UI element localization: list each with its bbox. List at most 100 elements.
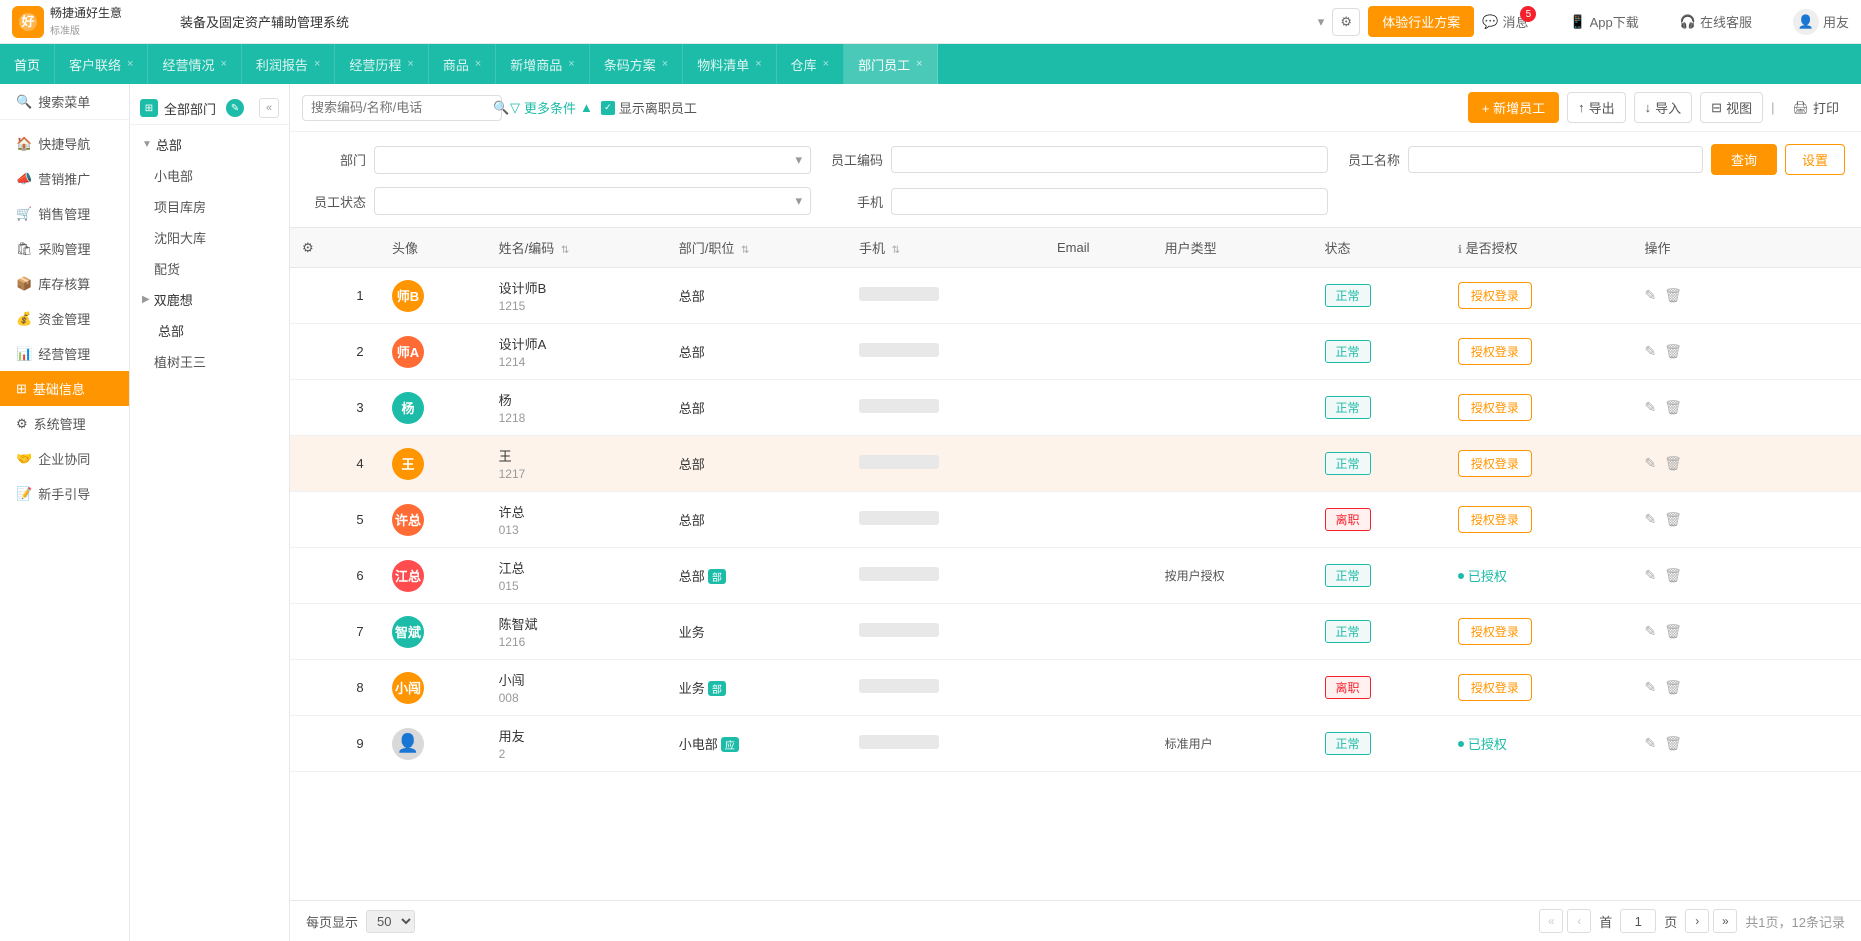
message-button[interactable]: 💬 消息 5 (1482, 12, 1528, 31)
sidebar-item-purchase[interactable]: 🛍 采购管理 (0, 231, 129, 266)
sort-icon-name[interactable]: ⇅ (561, 245, 569, 256)
nav-tab-仓库[interactable]: 仓库× (777, 44, 844, 84)
sidebar-item-operation[interactable]: 📊 经营管理 (0, 336, 129, 371)
edit-btn[interactable]: ✎ (1644, 343, 1656, 360)
next-page-btn[interactable]: › (1685, 909, 1709, 933)
page-size-select[interactable]: 50 (366, 910, 415, 933)
th-settings[interactable]: ⚙ (290, 228, 340, 268)
close-tab-icon[interactable]: × (568, 58, 574, 70)
sidebar-item-inventory[interactable]: 📦 库存核算 (0, 266, 129, 301)
auth-login-btn[interactable]: 授权登录 (1458, 338, 1532, 365)
nav-tab-首页[interactable]: 首页 (0, 44, 55, 84)
dept-item-shenyang[interactable]: 沈阳大库 (130, 222, 289, 253)
nav-tab-利润报告[interactable]: 利润报告× (242, 44, 335, 84)
sidebar-item-quick-nav[interactable]: 🏠 快捷导航 (0, 126, 129, 161)
dept-group-shuanglu[interactable]: ▶ 双鹿想 (130, 284, 289, 315)
filter-status-select[interactable]: ▾ (374, 187, 811, 215)
nav-tab-经营历程[interactable]: 经营历程× (335, 44, 428, 84)
nav-tab-客户联络[interactable]: 客户联络× (55, 44, 148, 84)
sidebar-item-guide[interactable]: 📝 新手引导 (0, 476, 129, 511)
nav-tab-部门员工[interactable]: 部门员工× (844, 44, 937, 84)
view-btn[interactable]: ⊟ 视图 (1700, 92, 1763, 123)
dept-item-project[interactable]: 项目库房 (130, 191, 289, 222)
sidebar-item-sales[interactable]: 🛒 销售管理 (0, 196, 129, 231)
delete-btn[interactable]: 🗑 (1664, 735, 1682, 752)
dept-item-peihuo[interactable]: 配货 (130, 253, 289, 284)
filter-empname-input[interactable] (1408, 146, 1703, 173)
search-btn[interactable]: 查询 (1711, 144, 1777, 175)
close-tab-icon[interactable]: × (314, 58, 320, 70)
nav-tab-条码方案[interactable]: 条码方案× (590, 44, 683, 84)
search-input[interactable] (311, 100, 487, 115)
auth-login-btn[interactable]: 授权登录 (1458, 674, 1532, 701)
nav-tab-新增商品[interactable]: 新增商品× (496, 44, 589, 84)
page-number-input[interactable] (1620, 909, 1656, 933)
auth-login-btn[interactable]: 授权登录 (1458, 506, 1532, 533)
show-resigned-toggle[interactable]: ✓ 显示离职员工 (601, 98, 697, 117)
sidebar-item-basic-info[interactable]: ⊞ 基础信息 (0, 371, 129, 406)
close-tab-icon[interactable]: × (475, 58, 481, 70)
import-btn[interactable]: ↓ 导入 (1634, 92, 1693, 123)
delete-btn[interactable]: 🗑 (1664, 679, 1682, 696)
delete-btn[interactable]: 🗑 (1664, 455, 1682, 472)
delete-btn[interactable]: 🗑 (1664, 287, 1682, 304)
search-input-wrap[interactable]: 🔍 (302, 95, 502, 121)
nav-tab-商品[interactable]: 商品× (429, 44, 496, 84)
filter-phone-input[interactable] (891, 188, 1328, 215)
prev-page-btn[interactable]: ‹ (1567, 909, 1591, 933)
sidebar-item-marketing[interactable]: 📣 营销推广 (0, 161, 129, 196)
close-tab-icon[interactable]: × (916, 58, 922, 70)
print-btn[interactable]: 🖨 打印 (1782, 93, 1849, 122)
dept-group-zongbu[interactable]: ▼ 总部 (130, 129, 289, 160)
dept-edit-icon[interactable]: ✎ (226, 99, 244, 117)
edit-btn[interactable]: ✎ (1644, 455, 1656, 472)
auth-login-btn[interactable]: 授权登录 (1458, 450, 1532, 477)
gear-button[interactable]: ⚙ (1332, 8, 1360, 36)
sort-icon-dept[interactable]: ⇅ (741, 245, 749, 256)
edit-btn[interactable]: ✎ (1644, 511, 1656, 528)
close-tab-icon[interactable]: × (662, 58, 668, 70)
nav-tab-经营情况[interactable]: 经营情况× (148, 44, 241, 84)
delete-btn[interactable]: 🗑 (1664, 343, 1682, 360)
sort-icon-phone[interactable]: ⇅ (892, 245, 900, 256)
close-tab-icon[interactable]: × (755, 58, 761, 70)
sidebar-item-enterprise[interactable]: 🤝 企业协同 (0, 441, 129, 476)
first-page-btn[interactable]: « (1539, 909, 1563, 933)
filter-empcode-input[interactable] (891, 146, 1328, 173)
delete-btn[interactable]: 🗑 (1664, 511, 1682, 528)
nav-tab-物料清单[interactable]: 物料清单× (683, 44, 776, 84)
auth-login-btn[interactable]: 授权登录 (1458, 618, 1532, 645)
last-page-btn[interactable]: » (1713, 909, 1737, 933)
close-tab-icon[interactable]: × (220, 58, 226, 70)
edit-btn[interactable]: ✎ (1644, 399, 1656, 416)
export-btn[interactable]: ↑ 导出 (1567, 92, 1626, 123)
edit-btn[interactable]: ✎ (1644, 679, 1656, 696)
add-employee-btn[interactable]: + 新增员工 (1468, 92, 1559, 123)
app-download-button[interactable]: 📱 App下载 (1569, 12, 1638, 31)
edit-btn[interactable]: ✎ (1644, 287, 1656, 304)
settings-btn[interactable]: 设置 (1785, 144, 1845, 175)
dept-item-zhishu[interactable]: 植树王三 (130, 346, 289, 377)
more-filter-btn[interactable]: ▽ 更多条件 ▲ (510, 98, 593, 117)
edit-btn[interactable]: ✎ (1644, 567, 1656, 584)
delete-btn[interactable]: 🗑 (1664, 567, 1682, 584)
auth-login-btn[interactable]: 授权登录 (1458, 282, 1532, 309)
sidebar-search-menu[interactable]: 🔍 搜索菜单 (0, 84, 129, 120)
sidebar-item-capital[interactable]: 💰 资金管理 (0, 301, 129, 336)
auth-login-btn[interactable]: 授权登录 (1458, 394, 1532, 421)
edit-btn[interactable]: ✎ (1644, 623, 1656, 640)
close-tab-icon[interactable]: × (823, 58, 829, 70)
dept-item-xiaodian[interactable]: 小电部 (130, 160, 289, 191)
filter-dept-select[interactable]: ▾ (374, 146, 811, 174)
sidebar-item-system[interactable]: ⚙ 系统管理 (0, 406, 129, 441)
delete-btn[interactable]: 🗑 (1664, 399, 1682, 416)
dept-group-zongbu2[interactable]: 总部 (130, 315, 289, 346)
close-tab-icon[interactable]: × (127, 58, 133, 70)
close-tab-icon[interactable]: × (407, 58, 413, 70)
delete-btn[interactable]: 🗑 (1664, 623, 1682, 640)
sidebar-collapse-btn[interactable]: « (259, 98, 279, 118)
trial-button[interactable]: 体验行业方案 (1368, 6, 1474, 37)
edit-btn[interactable]: ✎ (1644, 735, 1656, 752)
user-avatar[interactable]: 👤 用友 (1793, 9, 1849, 35)
online-service-button[interactable]: 🎧 在线客服 (1680, 12, 1752, 31)
